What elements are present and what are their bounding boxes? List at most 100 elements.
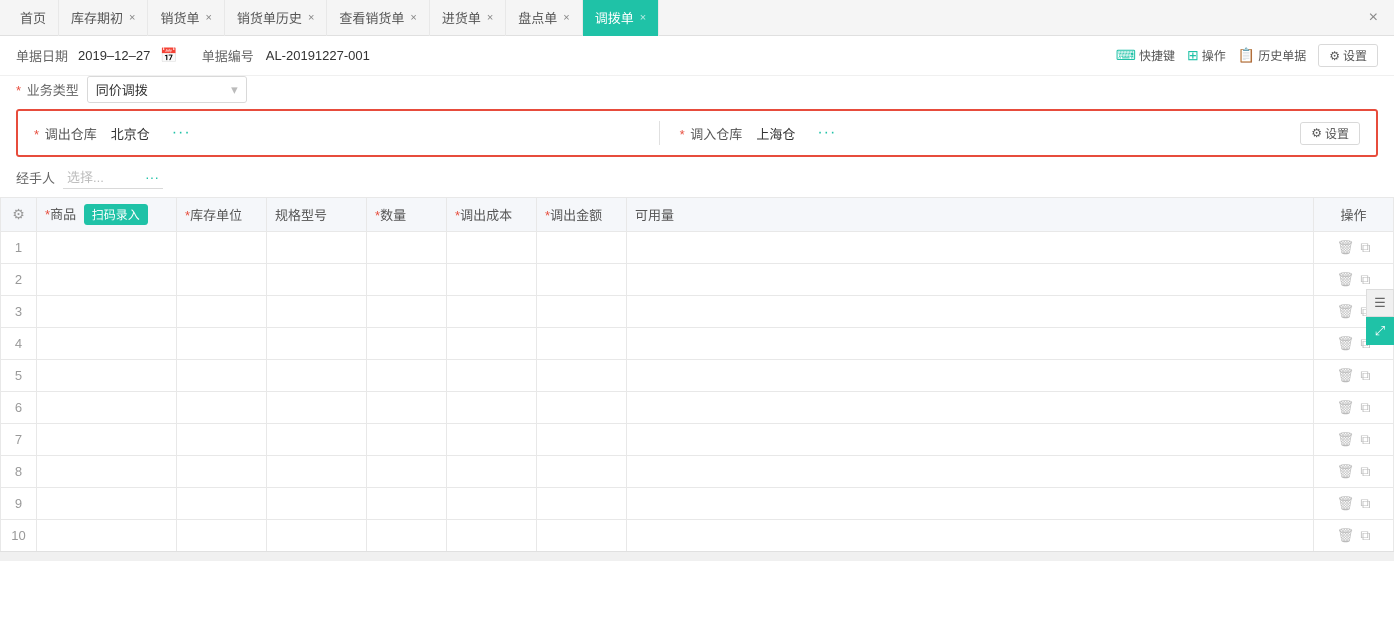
product-cell[interactable] <box>37 424 177 456</box>
tab-inventory-check-close[interactable]: × <box>563 12 569 24</box>
unit-cell[interactable] <box>177 488 267 520</box>
copy-row-icon[interactable]: ⧉ <box>1360 271 1370 288</box>
warehouse-settings-btn[interactable]: ⚙ 设置 <box>1300 122 1360 145</box>
spec-cell[interactable] <box>267 232 367 264</box>
tab-purchase-order[interactable]: 进货单 × <box>430 0 506 36</box>
transfer-in-more[interactable]: ··· <box>817 124 836 142</box>
cost-cell[interactable] <box>447 360 537 392</box>
close-all-tabs[interactable]: × <box>1361 9 1386 27</box>
spec-cell[interactable] <box>267 264 367 296</box>
transfer-in-value[interactable]: 上海仓 <box>756 124 795 143</box>
amount-cell[interactable] <box>537 232 627 264</box>
tab-transfer-order-close[interactable]: × <box>640 12 646 24</box>
copy-row-icon[interactable]: ⧉ <box>1360 495 1370 512</box>
transfer-out-value[interactable]: 北京仓 <box>111 124 150 143</box>
biz-type-select[interactable]: 同价调拨 ▾ <box>87 76 247 103</box>
tab-sales-history-close[interactable]: × <box>308 12 314 24</box>
qty-cell[interactable] <box>367 360 447 392</box>
tab-purchase-order-close[interactable]: × <box>487 12 493 24</box>
doc-date-value[interactable]: 2019–12–27 <box>78 48 150 63</box>
qty-cell[interactable] <box>367 264 447 296</box>
cost-cell[interactable] <box>447 392 537 424</box>
right-expand-btn[interactable]: ⤢ <box>1366 317 1394 345</box>
spec-cell[interactable] <box>267 296 367 328</box>
cost-cell[interactable] <box>447 488 537 520</box>
delete-row-icon[interactable]: 🗑 <box>1337 495 1355 512</box>
product-cell[interactable] <box>37 456 177 488</box>
product-cell[interactable] <box>37 264 177 296</box>
qty-cell[interactable] <box>367 488 447 520</box>
tab-transfer-order[interactable]: 调拨单 × <box>583 0 659 36</box>
calendar-icon[interactable]: 📅 <box>160 47 177 64</box>
spec-cell[interactable] <box>267 488 367 520</box>
qty-cell[interactable] <box>367 456 447 488</box>
amount-cell[interactable] <box>537 328 627 360</box>
unit-cell[interactable] <box>177 392 267 424</box>
qty-cell[interactable] <box>367 328 447 360</box>
unit-cell[interactable] <box>177 264 267 296</box>
cost-cell[interactable] <box>447 520 537 552</box>
cost-cell[interactable] <box>447 232 537 264</box>
qty-cell[interactable] <box>367 520 447 552</box>
spec-cell[interactable] <box>267 360 367 392</box>
amount-cell[interactable] <box>537 456 627 488</box>
unit-cell[interactable] <box>177 456 267 488</box>
copy-row-icon[interactable]: ⧉ <box>1360 399 1370 416</box>
scan-btn[interactable]: 扫码录入 <box>84 204 148 225</box>
product-cell[interactable] <box>37 328 177 360</box>
tab-home[interactable]: 首页 <box>8 0 59 36</box>
tab-view-sales[interactable]: 查看销货单 × <box>327 0 429 36</box>
qty-cell[interactable] <box>367 232 447 264</box>
spec-cell[interactable] <box>267 392 367 424</box>
delete-row-icon[interactable]: 🗑 <box>1337 463 1355 480</box>
qty-cell[interactable] <box>367 424 447 456</box>
settings-btn[interactable]: ⚙ 设置 <box>1318 44 1378 67</box>
unit-cell[interactable] <box>177 424 267 456</box>
operations-btn[interactable]: ⊞ 操作 <box>1187 47 1226 64</box>
delete-row-icon[interactable]: 🗑 <box>1337 271 1355 288</box>
tab-view-sales-close[interactable]: × <box>410 12 416 24</box>
tab-sales-order-close[interactable]: × <box>205 12 211 24</box>
copy-row-icon[interactable]: ⧉ <box>1360 527 1370 544</box>
qty-cell[interactable] <box>367 296 447 328</box>
delete-row-icon[interactable]: 🗑 <box>1337 431 1355 448</box>
delete-row-icon[interactable]: 🗑 <box>1337 527 1355 544</box>
cost-cell[interactable] <box>447 328 537 360</box>
product-cell[interactable] <box>37 488 177 520</box>
transfer-out-more[interactable]: ··· <box>172 124 191 142</box>
amount-cell[interactable] <box>537 360 627 392</box>
spec-cell[interactable] <box>267 424 367 456</box>
spec-cell[interactable] <box>267 456 367 488</box>
amount-cell[interactable] <box>537 424 627 456</box>
col-settings-header[interactable]: ⚙ <box>1 198 37 232</box>
copy-row-icon[interactable]: ⧉ <box>1360 431 1370 448</box>
amount-cell[interactable] <box>537 488 627 520</box>
spec-cell[interactable] <box>267 328 367 360</box>
delete-row-icon[interactable]: 🗑 <box>1337 399 1355 416</box>
table-gear-icon[interactable]: ⚙ <box>12 206 25 223</box>
unit-cell[interactable] <box>177 520 267 552</box>
amount-cell[interactable] <box>537 296 627 328</box>
unit-cell[interactable] <box>177 232 267 264</box>
product-cell[interactable] <box>37 392 177 424</box>
product-cell[interactable] <box>37 520 177 552</box>
delete-row-icon[interactable]: 🗑 <box>1337 367 1355 384</box>
qty-cell[interactable] <box>367 392 447 424</box>
amount-cell[interactable] <box>537 520 627 552</box>
copy-row-icon[interactable]: ⧉ <box>1360 367 1370 384</box>
product-cell[interactable] <box>37 360 177 392</box>
tab-sales-history[interactable]: 销货单历史 × <box>225 0 327 36</box>
delete-row-icon[interactable]: 🗑 <box>1337 335 1355 352</box>
unit-cell[interactable] <box>177 328 267 360</box>
product-cell[interactable] <box>37 232 177 264</box>
right-list-btn[interactable]: ☰ <box>1366 289 1394 317</box>
delete-row-icon[interactable]: 🗑 <box>1337 303 1355 320</box>
copy-row-icon[interactable]: ⧉ <box>1360 239 1370 256</box>
delete-row-icon[interactable]: 🗑 <box>1337 239 1355 256</box>
cost-cell[interactable] <box>447 456 537 488</box>
cost-cell[interactable] <box>447 424 537 456</box>
copy-row-icon[interactable]: ⧉ <box>1360 463 1370 480</box>
cost-cell[interactable] <box>447 264 537 296</box>
history-btn[interactable]: 📋 历史单据 <box>1238 47 1306 64</box>
product-cell[interactable] <box>37 296 177 328</box>
